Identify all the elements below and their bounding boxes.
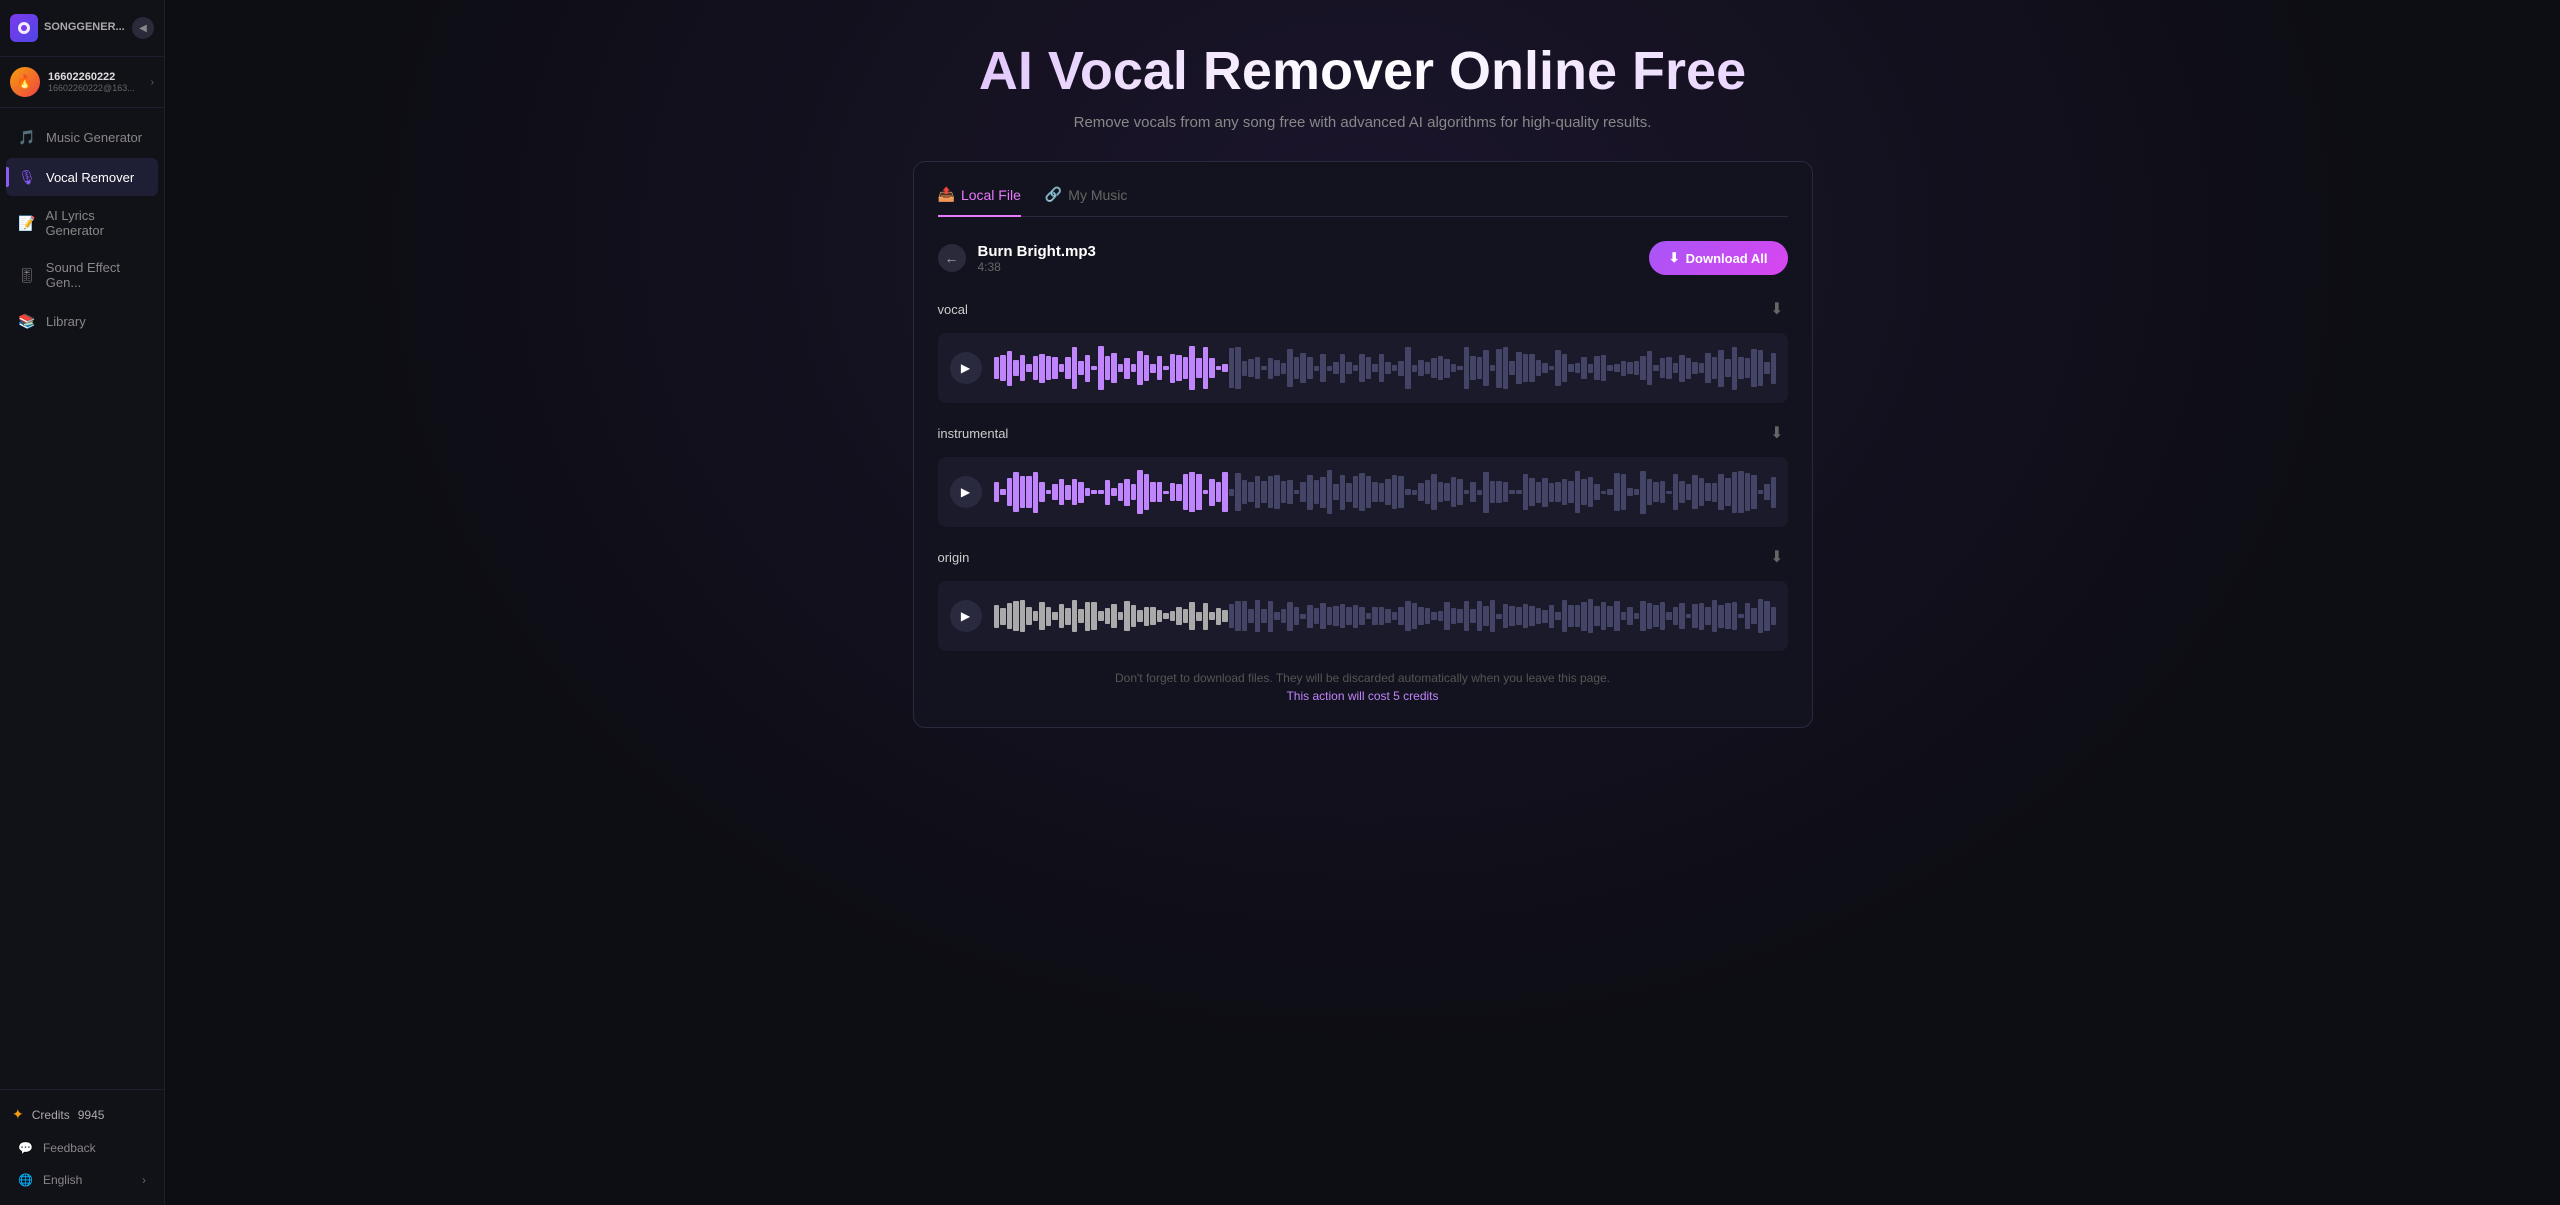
download-all-icon: ⬇ <box>1669 250 1680 266</box>
language-expand-icon: › <box>142 1173 146 1187</box>
waveform-player-instrumental: ▶ <box>938 457 1788 527</box>
sidebar-collapse-button[interactable]: ◀ <box>132 17 154 39</box>
logo-text: SONGGENER... <box>44 21 125 34</box>
audio-sections: vocal ⬇ ▶ instrumental ⬇ ▶ <box>938 295 1788 651</box>
waveform-player-vocal: ▶ <box>938 333 1788 403</box>
sidebar-logo: SONGGENER... <box>10 14 125 42</box>
page-subtitle: Remove vocals from any song free with ad… <box>225 114 2500 131</box>
section-header-origin: origin ⬇ <box>938 543 1788 571</box>
library-icon: 📚 <box>18 312 36 330</box>
library-label: Library <box>46 314 86 329</box>
download-origin-button[interactable]: ⬇ <box>1766 543 1787 571</box>
user-email: 16602260222@163... <box>48 83 143 93</box>
user-expand-icon[interactable]: › <box>151 77 154 88</box>
notice-credit-text: This action will cost 5 credits <box>938 689 1788 703</box>
sidebar-bottom: ✦ Credits 9945 💬 Feedback 🌐 English › <box>0 1089 164 1205</box>
notice: Don't forget to download files. They wil… <box>938 671 1788 703</box>
sidebar-header: SONGGENER... ◀ <box>0 0 164 57</box>
track-info: ← Burn Bright.mp3 4:38 <box>938 243 1096 274</box>
sidebar-item-sound-effect-gen[interactable]: 🎚 Sound Effect Gen... <box>6 250 158 300</box>
ai-lyrics-generator-label: AI Lyrics Generator <box>45 208 146 238</box>
language-label: English <box>43 1173 82 1187</box>
audio-section-instrumental: instrumental ⬇ ▶ <box>938 419 1788 527</box>
download-instrumental-icon: ⬇ <box>1770 425 1783 442</box>
page-title-section: AI Vocal Remover Online Free Remove voca… <box>225 40 2500 131</box>
sound-effect-gen-icon: 🎚 <box>18 266 36 284</box>
credits-value: 9945 <box>78 1108 105 1122</box>
tab-my-music[interactable]: 🔗 My Music <box>1045 186 1128 217</box>
audio-section-origin: origin ⬇ ▶ <box>938 543 1788 651</box>
sidebar: SONGGENER... ◀ 🔥 16602260222 16602260222… <box>0 0 165 1205</box>
section-header-instrumental: instrumental ⬇ <box>938 419 1788 447</box>
logo-icon <box>10 14 38 42</box>
ai-lyrics-generator-icon: 📝 <box>18 214 35 232</box>
sidebar-item-music-generator[interactable]: 🎵 Music Generator <box>6 118 158 156</box>
vocal-remover-icon: 🎙 <box>18 168 36 186</box>
credits-label: Credits <box>32 1108 70 1122</box>
feedback-icon: 💬 <box>18 1141 33 1155</box>
download-all-button[interactable]: ⬇ Download All <box>1649 241 1788 275</box>
download-instrumental-button[interactable]: ⬇ <box>1766 419 1787 447</box>
play-vocal-icon: ▶ <box>961 361 970 375</box>
section-label-instrumental: instrumental <box>938 426 1009 441</box>
music-generator-icon: 🎵 <box>18 128 36 146</box>
feedback-label: Feedback <box>43 1141 96 1155</box>
page-content: AI Vocal Remover Online Free Remove voca… <box>165 0 2560 1205</box>
user-info: 🔥 16602260222 16602260222@163... › <box>0 57 164 108</box>
collapse-icon: ◀ <box>139 23 147 34</box>
user-name: 16602260222 <box>48 71 143 83</box>
download-vocal-button[interactable]: ⬇ <box>1766 295 1787 323</box>
download-vocal-icon: ⬇ <box>1770 301 1783 318</box>
download-origin-icon: ⬇ <box>1770 549 1783 566</box>
nav-items: 🎵 Music Generator 🎙 Vocal Remover 📝 AI Lyrics… <box>0 108 164 1089</box>
play-vocal-button[interactable]: ▶ <box>950 352 982 384</box>
play-instrumental-icon: ▶ <box>961 485 970 499</box>
sound-effect-gen-label: Sound Effect Gen... <box>46 260 146 290</box>
track-duration: 4:38 <box>978 260 1096 274</box>
track-details: Burn Bright.mp3 4:38 <box>978 243 1096 274</box>
avatar: 🔥 <box>10 67 40 97</box>
waveform-instrumental[interactable] <box>994 467 1776 517</box>
music-generator-label: Music Generator <box>46 130 142 145</box>
waveform-vocal[interactable] <box>994 343 1776 393</box>
sidebar-item-ai-lyrics-generator[interactable]: 📝 AI Lyrics Generator <box>6 198 158 248</box>
waveform-origin[interactable] <box>994 591 1776 641</box>
tabs: 📤 Local File 🔗 My Music <box>938 186 1788 217</box>
play-origin-button[interactable]: ▶ <box>950 600 982 632</box>
track-name: Burn Bright.mp3 <box>978 243 1096 260</box>
feedback-item[interactable]: 💬 Feedback <box>6 1133 158 1163</box>
vocal-remover-label: Vocal Remover <box>46 170 134 185</box>
back-icon: ← <box>945 250 959 266</box>
play-instrumental-button[interactable]: ▶ <box>950 476 982 508</box>
credits-item: ✦ Credits 9945 <box>0 1098 164 1131</box>
active-indicator <box>6 167 9 187</box>
globe-icon: 🌐 <box>18 1173 33 1187</box>
track-header: ← Burn Bright.mp3 4:38 ⬇ Download All <box>938 241 1788 275</box>
back-button[interactable]: ← <box>938 244 966 272</box>
page-title: AI Vocal Remover Online Free <box>225 40 2500 102</box>
tab-local-file[interactable]: 📤 Local File <box>938 186 1021 217</box>
section-label-origin: origin <box>938 550 970 565</box>
play-origin-icon: ▶ <box>961 609 970 623</box>
user-details: 16602260222 16602260222@163... <box>48 71 143 93</box>
link-icon: 🔗 <box>1045 186 1062 203</box>
sidebar-item-library[interactable]: 📚 Library <box>6 302 158 340</box>
notice-text: Don't forget to download files. They wil… <box>938 671 1788 685</box>
main-card: 📤 Local File 🔗 My Music ← Burn Bright.mp… <box>913 161 1813 728</box>
language-item[interactable]: 🌐 English › <box>6 1165 158 1195</box>
audio-section-vocal: vocal ⬇ ▶ <box>938 295 1788 403</box>
upload-icon: 📤 <box>938 186 955 203</box>
tab-local-file-label: Local File <box>961 187 1021 203</box>
avatar-badge: 🔥 <box>17 74 33 90</box>
section-header-vocal: vocal ⬇ <box>938 295 1788 323</box>
main-content-area: AI Vocal Remover Online Free Remove voca… <box>165 0 2560 1205</box>
sidebar-item-vocal-remover[interactable]: 🎙 Vocal Remover <box>6 158 158 196</box>
download-all-label: Download All <box>1686 251 1768 266</box>
waveform-player-origin: ▶ <box>938 581 1788 651</box>
credits-icon: ✦ <box>12 1106 24 1123</box>
section-label-vocal: vocal <box>938 302 968 317</box>
tab-my-music-label: My Music <box>1068 187 1127 203</box>
